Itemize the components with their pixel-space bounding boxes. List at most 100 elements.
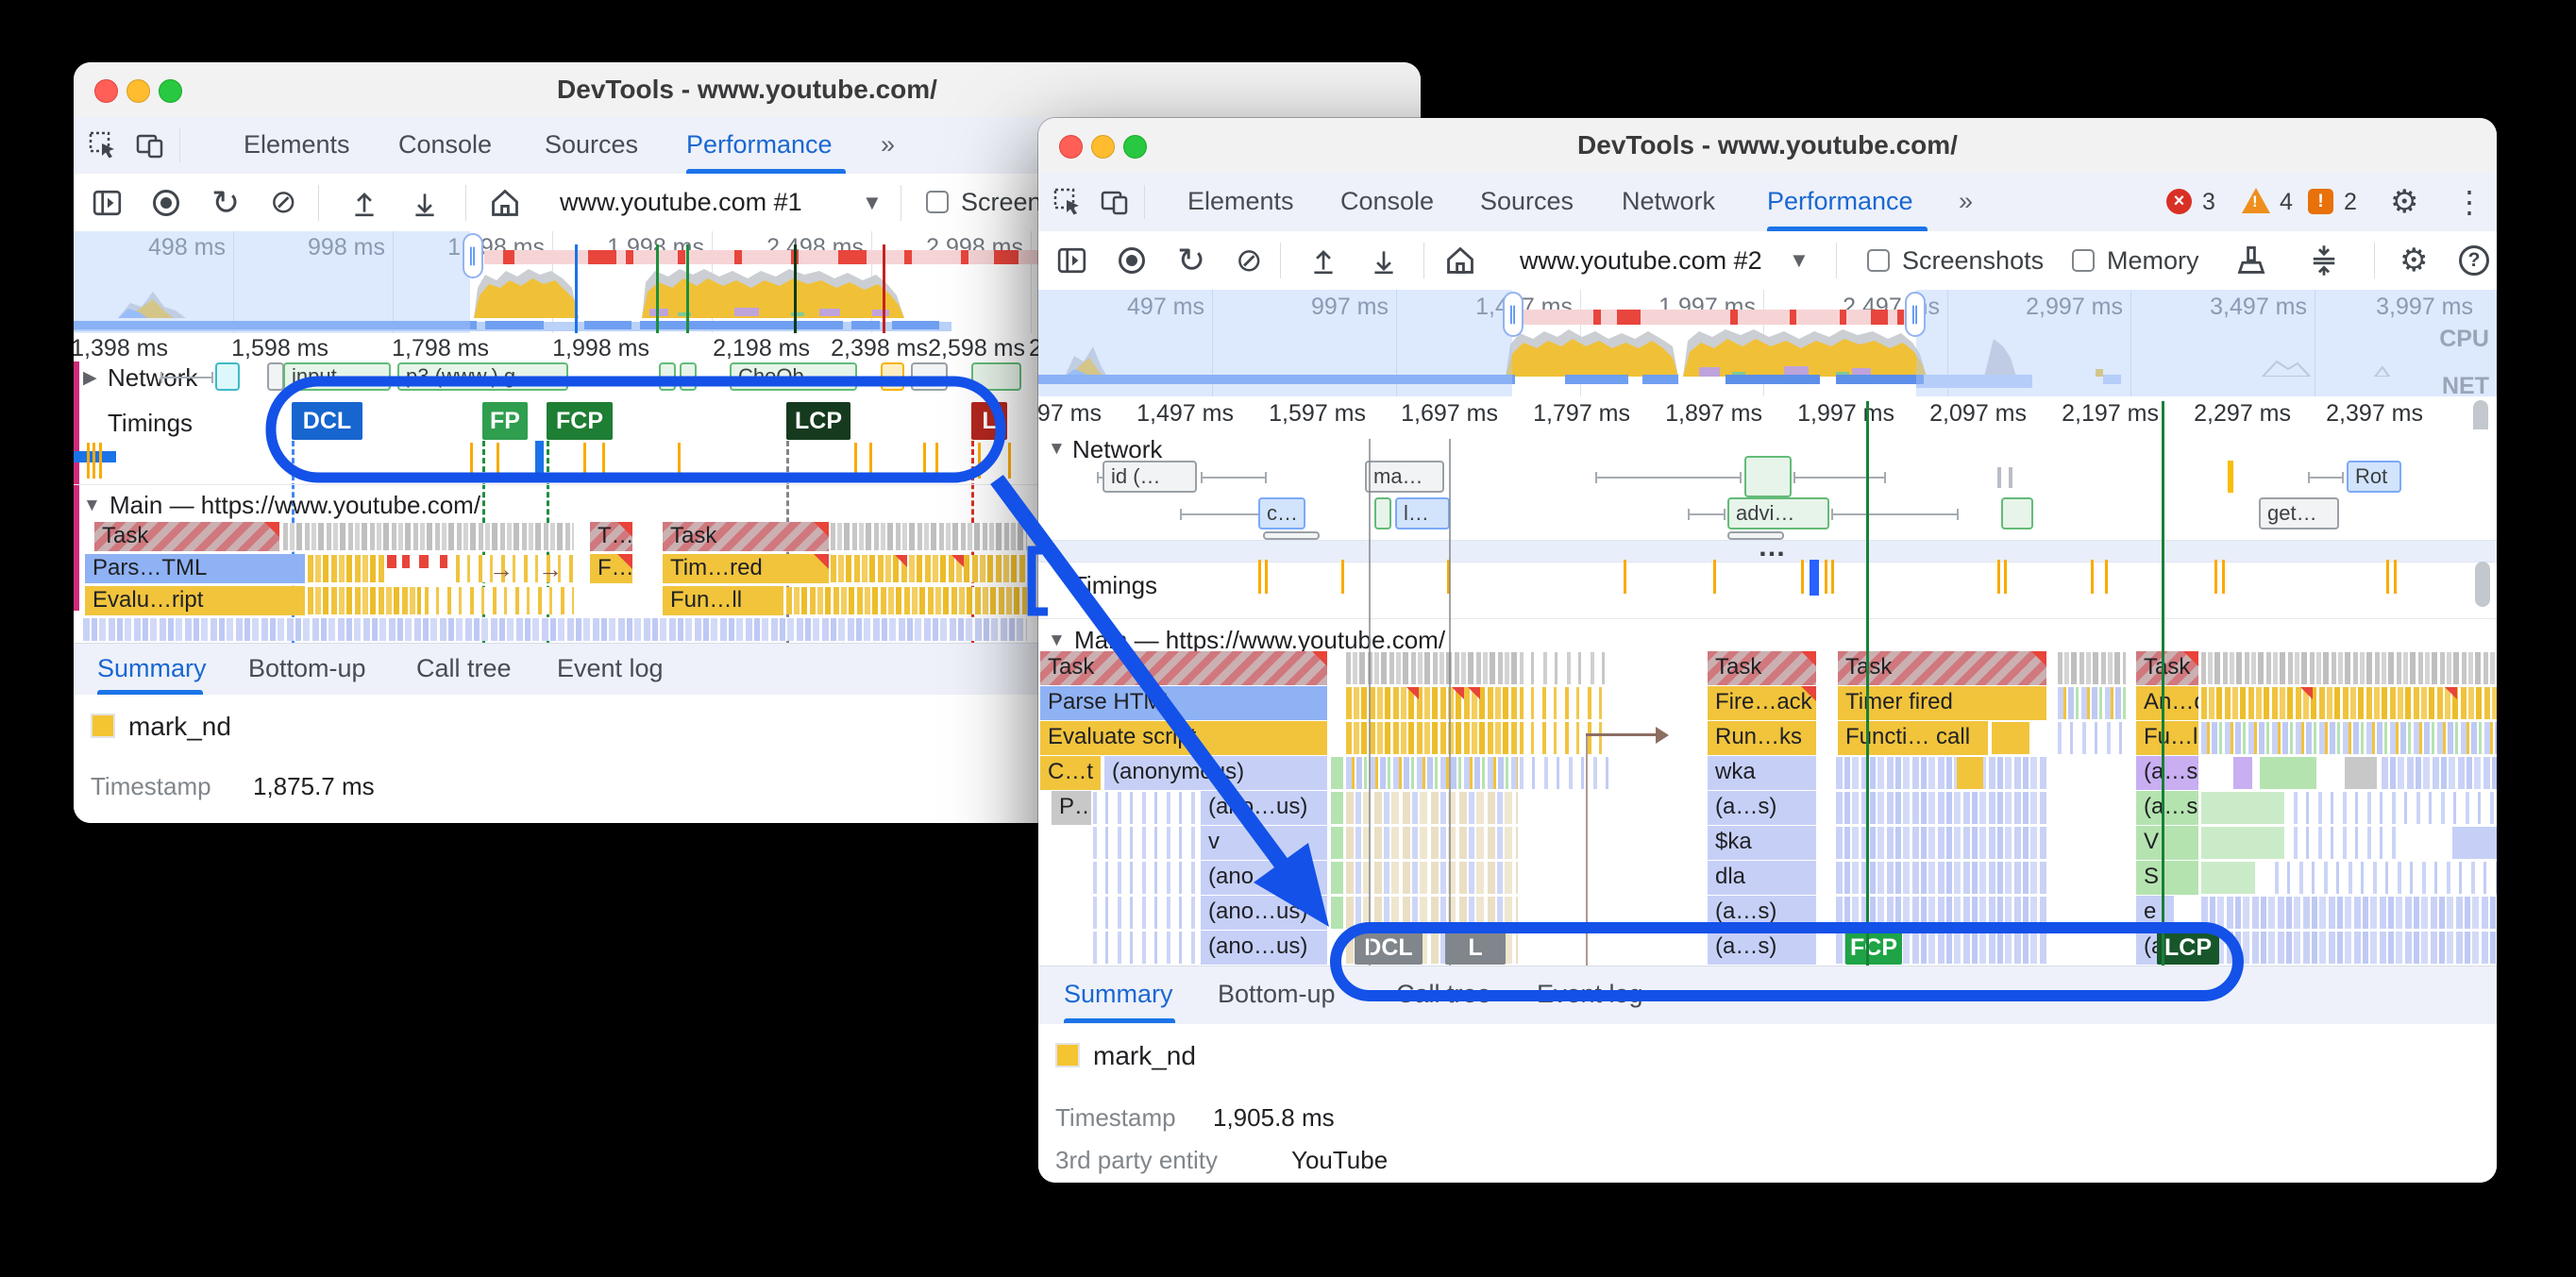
flame-bar-evaluate-script[interactable]: Evaluate script [1038,721,1327,755]
flame-bar-evaluate-script[interactable]: Evalu…ript [83,586,305,615]
tab-sources[interactable]: Sources [1480,173,1574,229]
upload-profile-icon[interactable] [1308,245,1339,276]
network-request[interactable]: get… [2259,497,2339,529]
network-request[interactable] [1374,497,1391,529]
flame-bar[interactable]: V [2134,826,2198,860]
download-profile-icon[interactable] [410,188,440,218]
device-toolbar-icon[interactable] [136,131,164,160]
marker-fp[interactable]: FP [482,402,528,440]
disclosure-icon[interactable]: ▼ [1048,630,1066,651]
tab-event-log[interactable]: Event log [1537,966,1643,1021]
marker-lcp[interactable]: LCP [786,402,850,440]
flame-bar-function-call[interactable]: Fun…ll [661,586,783,615]
collapse-panels-icon[interactable] [2308,244,2340,277]
flame-bar[interactable]: (a…s) [1706,791,1816,825]
flame-bar[interactable]: Run…ks [1706,721,1816,755]
help-icon[interactable]: ? [2459,245,2489,276]
network-request[interactable]: c… [1258,497,1305,529]
clear-icon[interactable]: ⊘ [270,174,297,231]
capture-settings-gear-icon[interactable]: ⚙ [2399,231,2428,290]
network-request[interactable] [1263,531,1320,540]
network-request[interactable] [659,362,676,391]
flame-bar-anonymous[interactable]: (ano…us) [1199,861,1327,895]
issues-icon[interactable]: ! [2308,189,2333,214]
flame-bar[interactable]: (a…s) [1706,931,1816,965]
garbage-collect-icon[interactable] [2235,244,2267,277]
flame-bar-task[interactable]: Task [93,522,279,551]
overflow-ellipsis[interactable]: … [1758,531,1788,563]
tab-bottom-up[interactable]: Bottom-up [248,644,366,694]
marker-lcp[interactable]: LCP [2157,932,2219,965]
device-toolbar-icon[interactable] [1101,188,1129,216]
flame-bar[interactable]: v [1199,826,1327,860]
flame-bar[interactable]: An…d [2134,686,2198,720]
selection-handle-right[interactable]: ∥ [1905,292,1926,337]
home-icon[interactable] [1444,244,1476,277]
marker-fcp[interactable]: FCP [1845,932,1902,965]
console-errors-icon[interactable]: × [2166,189,2192,214]
tab-bottom-up[interactable]: Bottom-up [1218,966,1336,1021]
main-track-label[interactable]: Main — https://www.youtube.com/ [109,491,480,520]
record-button[interactable] [1119,247,1145,274]
flame-bar[interactable]: $ka [1706,826,1816,860]
flame-bar[interactable]: Fire…ack [1706,686,1816,720]
tab-elements[interactable]: Elements [1187,173,1294,229]
flame-bar[interactable]: (a…s) [2134,756,2198,790]
window2-titlebar[interactable]: DevTools - www.youtube.com/ [1038,118,2497,174]
upload-profile-icon[interactable] [349,188,379,218]
more-tabs-icon[interactable]: » [1959,173,1973,229]
network-request[interactable] [881,362,904,391]
timings-track-label[interactable]: Timings [108,409,193,438]
window2-tracks[interactable]: ▼ Network id (… ma… Rot c… l… advi… get…… [1038,429,2497,966]
target-select[interactable]: www.youtube.com #2 [1520,231,1762,290]
network-request[interactable]: ChoOb… [730,362,857,391]
network-request[interactable]: input [283,362,391,391]
network-request[interactable]: advi… [1727,497,1829,529]
window2-timeline-overview[interactable]: 497 ms 997 ms 1,497 ms 1,997 ms 2,497 ms… [1038,290,2497,397]
more-tabs-icon[interactable]: » [881,117,895,172]
flame-bar[interactable]: C…t [1038,756,1101,790]
tab-summary[interactable]: Summary [97,644,207,694]
selection-handle-left[interactable]: ∥ [1503,292,1524,337]
network-request[interactable] [911,362,948,391]
flame-bar[interactable]: wka [1706,756,1816,790]
clear-icon[interactable]: ⊘ [1236,231,1263,290]
selection-handle[interactable]: ∥ [463,233,483,278]
marker-dcl[interactable]: DCL [1355,932,1423,965]
network-request[interactable] [1744,456,1792,497]
toggle-sidebar-icon[interactable] [1057,245,1087,276]
network-request[interactable] [215,362,240,391]
disclosure-icon[interactable]: ▼ [83,496,101,516]
record-button[interactable] [153,190,179,216]
inspect-icon[interactable] [89,131,117,160]
flame-bar-anonymous[interactable]: (anonymous) [1103,756,1327,790]
flame-bar[interactable]: dla [1706,861,1816,895]
network-request[interactable]: id (… [1103,461,1197,493]
network-request[interactable] [680,362,697,391]
flame-bar-task[interactable]: T… [588,522,632,551]
flame-bar[interactable]: F… [588,554,632,583]
network-request[interactable] [2001,497,2033,529]
screenshots-checkbox[interactable] [926,191,949,213]
disclosure-icon[interactable]: ▼ [1048,439,1066,460]
marker-l[interactable]: L [971,402,1007,440]
network-request[interactable] [971,362,1021,391]
tab-elements[interactable]: Elements [244,117,350,172]
error-count[interactable]: 3 [2202,173,2215,231]
network-request[interactable]: p3 (www.) g… [397,362,568,391]
reload-record-icon[interactable]: ↻ [1177,231,1205,290]
flame-bar[interactable]: P… [1050,791,1091,825]
flame-bar-task[interactable]: Task [661,522,829,551]
network-request[interactable]: ma… [1365,461,1444,493]
tab-call-tree[interactable]: Call tree [416,644,512,694]
marker-dcl[interactable]: DCL [292,402,362,440]
flame-bar-function-call[interactable]: Functi… call [1836,721,1988,755]
reload-record-icon[interactable]: ↻ [211,174,240,231]
screenshots-checkbox[interactable] [1867,249,1890,272]
console-warnings-icon[interactable]: ! [2242,188,2270,213]
dropdown-arrow-icon[interactable]: ▼ [1789,231,1810,290]
tab-performance[interactable]: Performance [686,117,833,172]
tab-call-tree[interactable]: Call tree [1396,966,1491,1021]
disclosure-icon[interactable]: ▶ [83,367,97,389]
flame-bar-task[interactable]: Task [1038,651,1327,685]
